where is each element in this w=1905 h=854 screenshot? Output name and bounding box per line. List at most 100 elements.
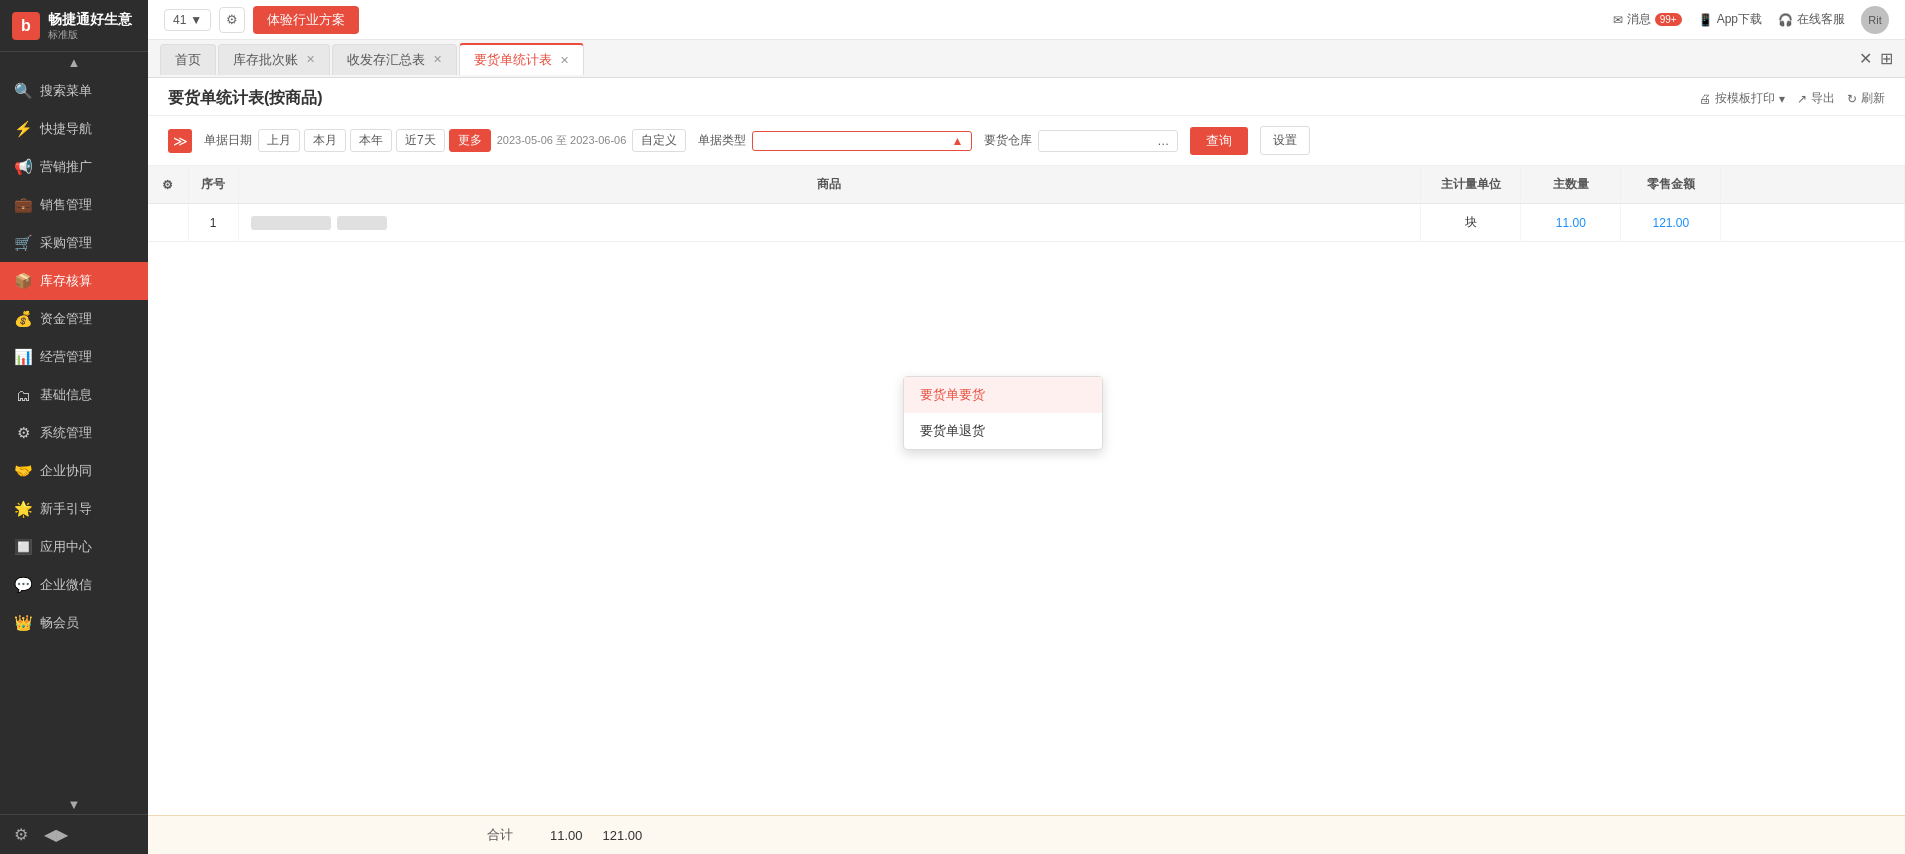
more-dates-button[interactable]: 更多 [449,129,491,152]
col-product-header: 商品 [238,166,1421,204]
app-logo-icon: b [12,12,40,40]
page-actions: 🖨 按模板打印 ▾ ↗ 导出 ↻ 刷新 [1699,90,1885,107]
this-month-button[interactable]: 本月 [304,129,346,152]
sidebar-item-sales[interactable]: 💼 销售管理 [0,186,148,224]
expand-tabs-button[interactable]: ⊞ [1880,49,1893,68]
newbie-icon: 🌟 [14,500,32,518]
type-input[interactable] [761,134,951,148]
close-all-tabs-button[interactable]: ✕ [1859,49,1872,68]
messages-button[interactable]: ✉ 消息 99+ [1613,11,1682,28]
sidebar: b 畅捷通好生意 标准版 ▲ 🔍 搜索菜单 ⚡ 快捷导航 📢 营销推广 💼 销售… [0,0,148,854]
row-amount-cell: 121.00 [1621,204,1721,242]
export-button[interactable]: ↗ 导出 [1797,90,1835,107]
wechat-icon: 💬 [14,576,32,594]
last-month-button[interactable]: 上月 [258,129,300,152]
date-shortcuts: 上月 本月 本年 近7天 更多 [258,129,491,152]
col-settings-header[interactable]: ⚙ [148,166,188,204]
app-logo-text: 畅捷通好生意 标准版 [48,10,132,41]
query-button[interactable]: 查询 [1190,127,1248,155]
type-filter-group: 单据类型 ▲ [698,131,972,151]
type-select[interactable]: ▲ [752,131,972,151]
marketing-icon: 📢 [14,158,32,176]
app-download-button[interactable]: 📱 App下载 [1698,11,1762,28]
topbar: 41 ▼ ⚙ 体验行业方案 ✉ 消息 99+ 📱 App下载 🎧 在线客服 Ri… [148,0,1905,40]
sidebar-item-inventory[interactable]: 📦 库存核算 [0,262,148,300]
col-unit-header: 主计量单位 [1421,166,1521,204]
sidebar-item-appstore[interactable]: 🔲 应用中心 [0,528,148,566]
tabs-bar: 首页 库存批次账 ✕ 收发存汇总表 ✕ 要货单统计表 ✕ ✕ ⊞ [148,40,1905,78]
sidebar-item-newbie[interactable]: 🌟 新手引导 [0,490,148,528]
this-year-button[interactable]: 本年 [350,129,392,152]
custom-date-button[interactable]: 自定义 [632,129,686,152]
finance-icon: 💰 [14,310,32,328]
sidebar-item-basic[interactable]: 🗂 基础信息 [0,376,148,414]
row-unit-cell: 块 [1421,204,1521,242]
user-avatar[interactable]: Rit [1861,6,1889,34]
sidebar-toggle-icon[interactable]: ◀▶ [44,825,68,844]
chevron-down-icon: ▾ [1779,92,1785,106]
filter-expand-button[interactable]: ≫ [168,129,192,153]
table-wrapper: ⚙ 序号 商品 主计量单位 主数量 零售金额 1 [148,166,1905,815]
row-no-cell: 1 [188,204,238,242]
close-tab-receive-summary[interactable]: ✕ [433,53,442,66]
sidebar-item-finance[interactable]: 💰 资金管理 [0,300,148,338]
page-header: 要货单统计表(按商品) 🖨 按模板打印 ▾ ↗ 导出 ↻ 刷新 [148,78,1905,116]
sidebar-item-marketing[interactable]: 📢 营销推广 [0,148,148,186]
type-dropdown-menu: 要货单要货 要货单退货 [903,376,1103,450]
tab-order-stats[interactable]: 要货单统计表 ✕ [459,43,584,75]
dropdown-item-order[interactable]: 要货单要货 [904,377,1102,413]
tab-receive-summary[interactable]: 收发存汇总表 ✕ [332,44,457,75]
message-icon: ✉ [1613,13,1623,27]
sidebar-nav: 🔍 搜索菜单 ⚡ 快捷导航 📢 营销推广 💼 销售管理 🛒 采购管理 📦 库存核… [0,72,148,794]
filter-settings-button[interactable]: 设置 [1260,126,1310,155]
row-extra-cell [1721,204,1905,242]
service-icon: 🎧 [1778,13,1793,27]
store-selector[interactable]: 41 ▼ [164,9,211,31]
col-qty-header: 主数量 [1521,166,1621,204]
refresh-button[interactable]: ↻ 刷新 [1847,90,1885,107]
tab-batch-inventory[interactable]: 库存批次账 ✕ [218,44,330,75]
sidebar-item-quick-nav[interactable]: ⚡ 快捷导航 [0,110,148,148]
warehouse-select[interactable]: … [1038,130,1178,152]
purchase-icon: 🛒 [14,234,32,252]
sidebar-item-operation[interactable]: 📊 经营管理 [0,338,148,376]
footer-label: 合计 [470,826,530,844]
product-placeholder-2 [337,216,387,230]
row-qty-cell: 11.00 [1521,204,1621,242]
sidebar-item-search[interactable]: 🔍 搜索菜单 [0,72,148,110]
footer-qty: 11.00 [550,828,583,843]
sidebar-scroll-down[interactable]: ▼ [0,794,148,814]
sidebar-item-enterprise[interactable]: 🤝 企业协同 [0,452,148,490]
date-label: 单据日期 [204,132,252,149]
date-range-text: 2023-05-06 至 2023-06-06 [497,133,627,148]
online-service-button[interactable]: 🎧 在线客服 [1778,11,1845,28]
sidebar-scroll-up[interactable]: ▲ [0,52,148,72]
quick-nav-icon: ⚡ [14,120,32,138]
tab-home[interactable]: 首页 [160,44,216,75]
dropdown-item-return[interactable]: 要货单退货 [904,413,1102,449]
table-footer: 合计 11.00 121.00 [148,815,1905,854]
appstore-icon: 🔲 [14,538,32,556]
row-product-cell [238,204,1421,242]
member-icon: 👑 [14,614,32,632]
filter-bar: ≫ 单据日期 上月 本月 本年 近7天 更多 2023-05-06 至 2023… [148,116,1905,166]
warehouse-label: 要货仓库 [984,132,1032,149]
close-tab-order-stats[interactable]: ✕ [560,54,569,67]
footer-amount: 121.00 [603,828,643,843]
system-icon: ⚙ [14,424,32,442]
trial-industry-button[interactable]: 体验行业方案 [253,6,359,34]
page-title: 要货单统计表(按商品) [168,88,323,109]
last-7-days-button[interactable]: 近7天 [396,129,445,152]
sidebar-settings-icon[interactable]: ⚙ [14,825,28,844]
sidebar-item-purchase[interactable]: 🛒 采购管理 [0,224,148,262]
sidebar-item-system[interactable]: ⚙ 系统管理 [0,414,148,452]
download-icon: 📱 [1698,13,1713,27]
print-template-button[interactable]: 🖨 按模板打印 ▾ [1699,90,1785,107]
export-icon: ↗ [1797,92,1807,106]
sidebar-item-wechat[interactable]: 💬 企业微信 [0,566,148,604]
sidebar-item-member[interactable]: 👑 畅会员 [0,604,148,642]
type-label: 单据类型 [698,132,746,149]
close-tab-batch-inventory[interactable]: ✕ [306,53,315,66]
warehouse-more-icon: … [1157,134,1169,148]
topbar-gear-button[interactable]: ⚙ [219,7,245,33]
